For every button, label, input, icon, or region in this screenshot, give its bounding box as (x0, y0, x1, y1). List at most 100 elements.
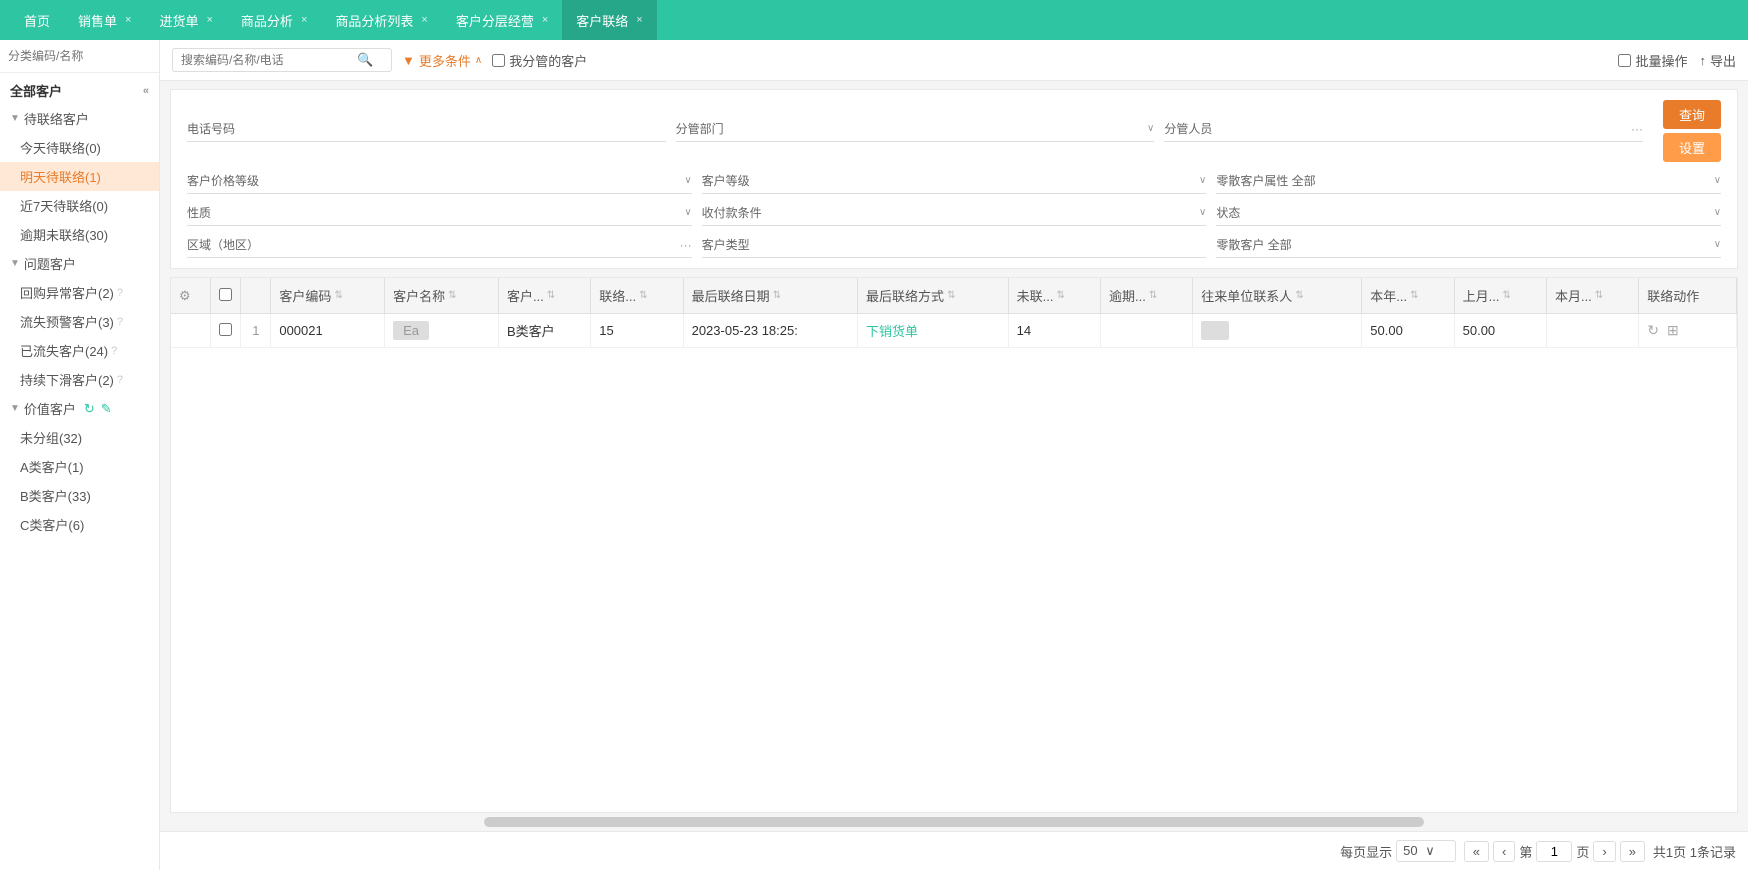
filter-btn[interactable]: ▼ 更多条件 ∧ (402, 51, 482, 70)
filter-nature-dropdown-icon[interactable]: ∨ (684, 207, 691, 218)
value-edit-icon[interactable]: ✎ (101, 401, 112, 417)
row-refresh-icon[interactable]: ↻ (1647, 322, 1659, 339)
col-this-month[interactable]: 本月... ⇅ (1546, 278, 1638, 314)
nav-analysis[interactable]: 商品分析 × (227, 0, 321, 40)
col-code[interactable]: 客户编码 ⇅ (271, 278, 385, 314)
row-grid-icon[interactable]: ⊞ (1667, 322, 1679, 339)
nav-analysis-close[interactable]: × (301, 14, 307, 26)
main-search-icon[interactable]: 🔍 (357, 52, 373, 68)
batch-op-btn[interactable]: 批量操作 (1618, 51, 1687, 70)
col-contacts-sort-icon[interactable]: ⇅ (639, 290, 647, 301)
value-refresh-icon[interactable]: ↻ (84, 401, 95, 417)
col-contacts[interactable]: 联络... ⇅ (591, 278, 683, 314)
nav-sales[interactable]: 销售单 × (64, 0, 145, 40)
next-page-btn[interactable]: › (1593, 841, 1615, 862)
col-last-way-sort-icon[interactable]: ⇅ (947, 290, 955, 301)
filter-nature-input[interactable] (255, 206, 676, 220)
nav-analysis-list[interactable]: 商品分析列表 × (321, 0, 441, 40)
sidebar-item-ungrouped[interactable]: 未分组(32) (0, 423, 159, 452)
filter-scatter-customer-input[interactable] (1300, 238, 1706, 252)
col-this-month-sort-icon[interactable]: ⇅ (1595, 290, 1603, 301)
my-customer-checkbox-area[interactable]: 我分管的客户 (492, 51, 587, 70)
filter-region-input[interactable] (267, 238, 672, 252)
col-last-way[interactable]: 最后联络方式 ⇅ (858, 278, 1009, 314)
sidebar-item-today[interactable]: 今天待联络(0) (0, 133, 159, 162)
filter-status-dropdown-icon[interactable]: ∨ (1714, 207, 1721, 218)
column-settings-icon[interactable]: ⚙ (179, 288, 191, 303)
nav-sales-close[interactable]: × (125, 14, 131, 26)
col-contact-person-sort-icon[interactable]: ⇅ (1295, 290, 1303, 301)
batch-checkbox[interactable] (1618, 54, 1631, 67)
filter-scatter-customer-dropdown-icon[interactable]: ∨ (1714, 239, 1721, 250)
filter-customer-grade-input[interactable] (770, 174, 1191, 188)
prev-page-btn[interactable]: ‹ (1493, 841, 1515, 862)
query-button[interactable]: 查询 (1663, 100, 1721, 129)
sidebar-item-tomorrow[interactable]: 明天待联络(1) (0, 162, 159, 191)
sidebar-value-group[interactable]: ▼ 价值客户 ↻ ✎ (0, 394, 159, 423)
row-last-way-link[interactable]: 下销货单 (866, 324, 918, 339)
filter-price-grade-input[interactable] (267, 174, 676, 188)
filter-region-dots[interactable]: ··· (680, 238, 692, 252)
col-this-year-sort-icon[interactable]: ⇅ (1410, 290, 1418, 301)
sidebar-item-7days[interactable]: 近7天待联络(0) (0, 191, 159, 220)
nav-customer-tier[interactable]: 客户分层经营 × (442, 0, 562, 40)
col-contact-person[interactable]: 往来单位联系人 ⇅ (1193, 278, 1362, 314)
set-button[interactable]: 设置 (1663, 133, 1721, 162)
filter-payment-input[interactable] (770, 206, 1191, 220)
filter-dept-dropdown-icon[interactable]: ∨ (1147, 123, 1154, 134)
col-overdue-sort-icon[interactable]: ⇅ (1149, 290, 1157, 301)
page-size-dropdown[interactable]: 50 ∨ (1396, 840, 1456, 862)
filter-payment-dropdown-icon[interactable]: ∨ (1199, 207, 1206, 218)
sidebar-item-lostwarning[interactable]: 流失预警客户(3) ? (0, 307, 159, 336)
sidebar-item-overdue[interactable]: 逾期未联络(30) (0, 220, 159, 249)
sidebar-search-input[interactable] (8, 49, 160, 63)
filter-price-grade-dropdown-icon[interactable]: ∨ (684, 175, 691, 186)
col-name[interactable]: 客户名称 ⇅ (385, 278, 499, 314)
nav-home[interactable]: 首页 (10, 0, 64, 40)
col-name-sort-icon[interactable]: ⇅ (448, 290, 456, 301)
sidebar-item-declining[interactable]: 持续下滑客户(2) ? (0, 365, 159, 394)
sidebar-pending-group[interactable]: ▼ 待联络客户 (0, 104, 159, 133)
filter-status-input[interactable] (1284, 206, 1705, 220)
col-last-month-sort-icon[interactable]: ⇅ (1502, 290, 1510, 301)
select-all-checkbox[interactable] (219, 288, 232, 301)
export-btn[interactable]: ↑ 导出 (1699, 51, 1736, 70)
sidebar-item-a-class[interactable]: A类客户(1) (0, 452, 159, 481)
col-uncontacted[interactable]: 未联... ⇅ (1008, 278, 1100, 314)
col-this-year[interactable]: 本年... ⇅ (1362, 278, 1454, 314)
filter-customer-grade-dropdown-icon[interactable]: ∨ (1199, 175, 1206, 186)
filter-scatter-attr-dropdown-icon[interactable]: ∨ (1714, 175, 1721, 186)
col-last-date-sort-icon[interactable]: ⇅ (773, 290, 781, 301)
first-page-btn[interactable]: « (1464, 841, 1489, 862)
col-overdue[interactable]: 逾期... ⇅ (1100, 278, 1192, 314)
sidebar-collapse-icon[interactable]: « (143, 85, 149, 97)
nav-customer-tier-close[interactable]: × (542, 14, 548, 26)
filter-dept-input[interactable] (744, 122, 1139, 136)
sidebar-item-repurchase[interactable]: 回购异常客户(2) ? (0, 278, 159, 307)
sidebar-problem-group[interactable]: ▼ 问题客户 (0, 249, 159, 278)
horizontal-scrollbar[interactable] (170, 817, 1738, 827)
col-code-sort-icon[interactable]: ⇅ (334, 290, 342, 301)
my-customer-checkbox[interactable] (492, 54, 505, 67)
filter-customer-type-input[interactable] (770, 238, 1207, 252)
col-type-sort-icon[interactable]: ⇅ (547, 290, 555, 301)
filter-scatter-attr-input[interactable] (1324, 174, 1706, 188)
nav-customer-contact-close[interactable]: × (636, 14, 642, 26)
page-input[interactable] (1536, 841, 1572, 862)
sidebar-item-lost[interactable]: 已流失客户(24) ? (0, 336, 159, 365)
col-last-date[interactable]: 最后联络日期 ⇅ (683, 278, 857, 314)
col-type[interactable]: 客户... ⇅ (498, 278, 590, 314)
row-checkbox[interactable] (219, 323, 232, 336)
sidebar-item-c-class[interactable]: C类客户(6) (0, 510, 159, 539)
last-page-btn[interactable]: » (1620, 841, 1645, 862)
nav-customer-contact[interactable]: 客户联络 × (562, 0, 656, 40)
nav-purchase[interactable]: 进货单 × (145, 0, 226, 40)
nav-purchase-close[interactable]: × (206, 14, 212, 26)
main-search-input[interactable] (181, 53, 351, 67)
col-last-month[interactable]: 上月... ⇅ (1454, 278, 1546, 314)
sidebar-item-b-class[interactable]: B类客户(33) (0, 481, 159, 510)
col-uncontacted-sort-icon[interactable]: ⇅ (1056, 290, 1064, 301)
filter-person-input[interactable] (1232, 122, 1623, 136)
filter-phone-input[interactable] (255, 122, 666, 136)
nav-analysis-list-close[interactable]: × (421, 14, 427, 26)
